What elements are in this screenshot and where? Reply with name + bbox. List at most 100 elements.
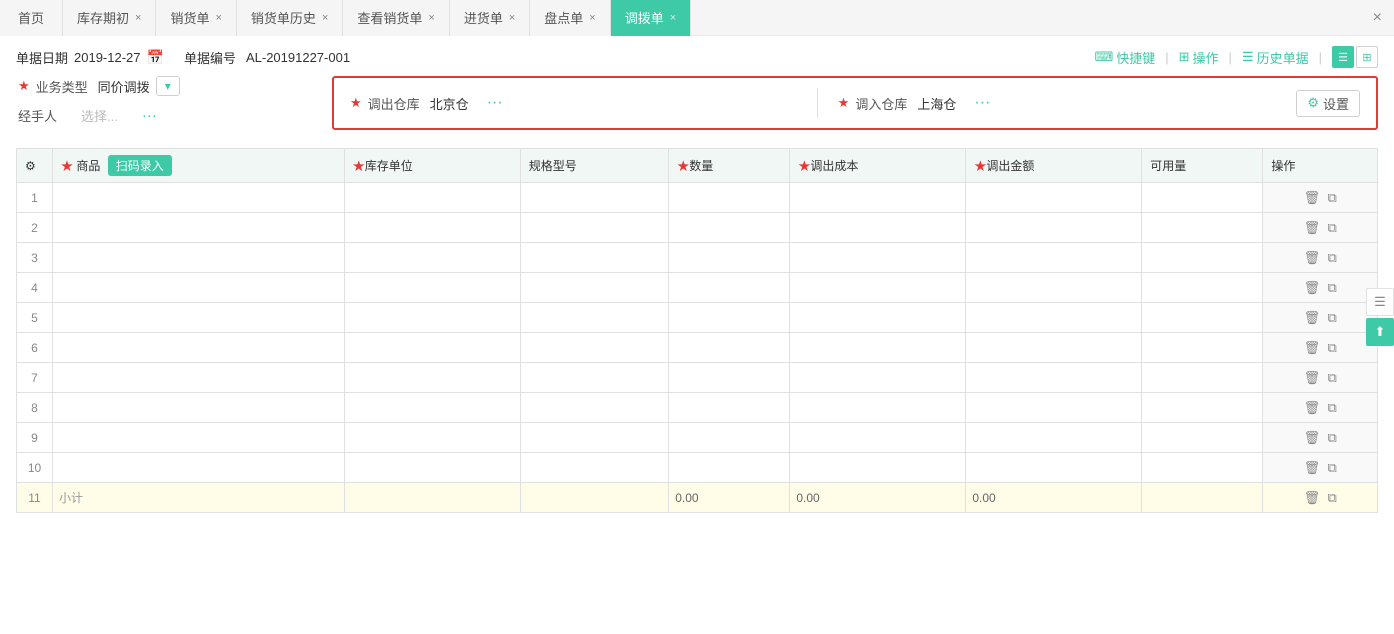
cell-unit[interactable]: [344, 333, 520, 363]
cell-spec[interactable]: [520, 333, 669, 363]
close-tab-view-sales[interactable]: ×: [428, 12, 434, 24]
cell-spec[interactable]: [520, 423, 669, 453]
cell-goods[interactable]: [53, 393, 345, 423]
cell-unit[interactable]: [344, 273, 520, 303]
close-tab-purchase-order[interactable]: ×: [509, 12, 515, 24]
cell-qty[interactable]: [669, 183, 790, 213]
copy-icon[interactable]: ⧉: [1327, 280, 1336, 296]
tab-sales-order[interactable]: 销货单 ×: [156, 0, 236, 36]
cell-cost[interactable]: [790, 333, 966, 363]
cell-spec[interactable]: [520, 303, 669, 333]
tab-purchase-order[interactable]: 进货单 ×: [450, 0, 530, 36]
cell-cost[interactable]: [790, 393, 966, 423]
cell-amount[interactable]: [966, 243, 1142, 273]
cell-unit[interactable]: [344, 363, 520, 393]
cell-cost[interactable]: [790, 183, 966, 213]
cell-goods[interactable]: [53, 363, 345, 393]
delete-icon[interactable]: 🗑: [1304, 250, 1321, 266]
view-grid-btn[interactable]: ⊞: [1356, 46, 1378, 68]
operations-btn[interactable]: ⊞ 操作: [1179, 48, 1219, 67]
copy-icon[interactable]: ⧉: [1327, 490, 1336, 506]
col-gear[interactable]: ⚙: [17, 149, 53, 183]
calendar-icon[interactable]: 📅: [147, 49, 164, 66]
delete-icon[interactable]: 🗑: [1304, 340, 1321, 356]
cell-spec[interactable]: [520, 363, 669, 393]
cell-qty[interactable]: [669, 333, 790, 363]
cell-cost[interactable]: [790, 453, 966, 483]
float-export-btn[interactable]: ⬆: [1366, 318, 1394, 346]
delete-icon[interactable]: 🗑: [1304, 220, 1321, 236]
close-tab-inventory-check[interactable]: ×: [589, 12, 595, 24]
cell-amount[interactable]: [966, 423, 1142, 453]
cell-unit[interactable]: [344, 213, 520, 243]
copy-icon[interactable]: ⧉: [1327, 220, 1336, 236]
handler-more-icon[interactable]: ···: [142, 107, 157, 124]
delete-icon[interactable]: 🗑: [1304, 400, 1321, 416]
delete-icon[interactable]: 🗑: [1304, 430, 1321, 446]
cell-qty[interactable]: [669, 453, 790, 483]
cell-cost[interactable]: [790, 303, 966, 333]
cell-unit[interactable]: [344, 243, 520, 273]
cell-spec[interactable]: [520, 243, 669, 273]
cell-qty[interactable]: [669, 423, 790, 453]
biz-type-dropdown[interactable]: ▾: [156, 76, 180, 96]
in-warehouse-more[interactable]: ···: [974, 94, 990, 112]
delete-icon[interactable]: 🗑: [1304, 190, 1321, 206]
cell-qty[interactable]: [669, 393, 790, 423]
cell-spec[interactable]: [520, 183, 669, 213]
cell-unit[interactable]: [344, 393, 520, 423]
tab-inventory-init[interactable]: 库存期初 ×: [63, 0, 156, 36]
cell-amount[interactable]: [966, 273, 1142, 303]
cell-cost[interactable]: [790, 423, 966, 453]
cell-goods[interactable]: [53, 273, 345, 303]
cell-spec[interactable]: [520, 273, 669, 303]
cell-goods[interactable]: [53, 213, 345, 243]
cell-goods[interactable]: [53, 333, 345, 363]
cell-spec[interactable]: [520, 213, 669, 243]
tab-inventory-check[interactable]: 盘点单 ×: [530, 0, 610, 36]
shortcuts-btn[interactable]: ⌨ 快捷键: [1094, 48, 1155, 67]
copy-icon[interactable]: ⧉: [1327, 370, 1336, 386]
cell-goods[interactable]: [53, 243, 345, 273]
cell-goods[interactable]: [53, 303, 345, 333]
copy-icon[interactable]: ⧉: [1327, 250, 1336, 266]
close-tab-transfer[interactable]: ×: [670, 12, 676, 24]
cell-cost[interactable]: [790, 243, 966, 273]
cell-spec[interactable]: [520, 393, 669, 423]
cell-goods[interactable]: [53, 453, 345, 483]
delete-icon[interactable]: 🗑: [1304, 280, 1321, 296]
cell-goods[interactable]: [53, 183, 345, 213]
cell-spec[interactable]: [520, 453, 669, 483]
cell-unit[interactable]: [344, 183, 520, 213]
float-list-btn[interactable]: ☰: [1366, 288, 1394, 316]
view-list-btn[interactable]: ☰: [1332, 46, 1354, 68]
delete-icon[interactable]: 🗑: [1304, 310, 1321, 326]
cell-qty[interactable]: [669, 363, 790, 393]
cell-amount[interactable]: [966, 393, 1142, 423]
handler-input[interactable]: 选择...: [81, 106, 118, 125]
cell-amount[interactable]: [966, 333, 1142, 363]
cell-amount[interactable]: [966, 363, 1142, 393]
close-tab-sales-order[interactable]: ×: [215, 12, 221, 24]
history-btn[interactable]: ☰ 历史单据: [1242, 48, 1309, 67]
tab-transfer[interactable]: 调拨单 ×: [611, 0, 691, 36]
cell-unit[interactable]: [344, 453, 520, 483]
copy-icon[interactable]: ⧉: [1327, 460, 1336, 476]
scan-btn[interactable]: 扫码录入: [108, 155, 172, 176]
copy-icon[interactable]: ⧉: [1327, 340, 1336, 356]
cell-amount[interactable]: [966, 303, 1142, 333]
cell-amount[interactable]: [966, 213, 1142, 243]
cell-qty[interactable]: [669, 213, 790, 243]
tab-sales-history[interactable]: 销货单历史 ×: [237, 0, 343, 36]
tab-home[interactable]: 首页: [0, 0, 63, 36]
cell-amount[interactable]: [966, 183, 1142, 213]
copy-icon[interactable]: ⧉: [1327, 430, 1336, 446]
cell-cost[interactable]: [790, 213, 966, 243]
cell-unit[interactable]: [344, 423, 520, 453]
cell-qty[interactable]: [669, 273, 790, 303]
cell-goods[interactable]: [53, 423, 345, 453]
close-tab-sales-history[interactable]: ×: [322, 12, 328, 24]
delete-icon[interactable]: 🗑: [1304, 370, 1321, 386]
delete-icon[interactable]: 🗑: [1304, 460, 1321, 476]
delete-icon[interactable]: 🗑: [1304, 490, 1321, 506]
